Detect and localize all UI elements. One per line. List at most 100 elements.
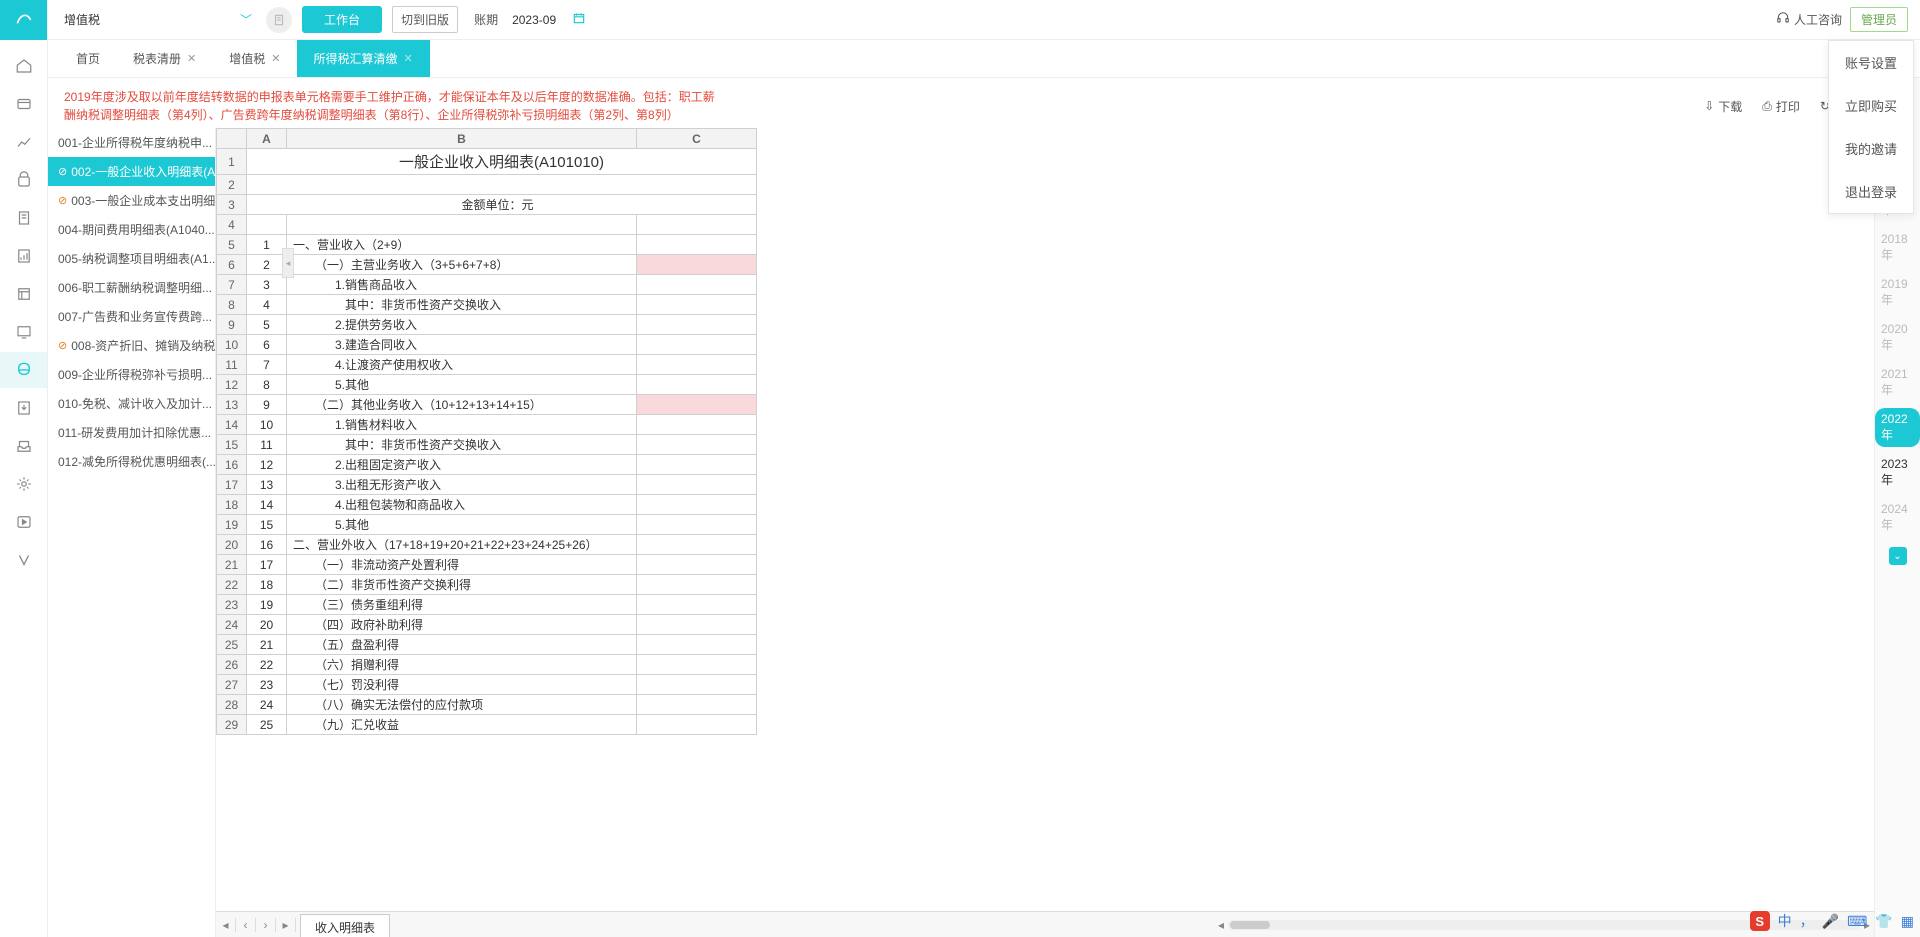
ime-logo-icon[interactable]: S (1750, 911, 1770, 931)
item-cell[interactable]: （一）主营业务收入（3+5+6+7+8） (287, 255, 637, 275)
row-header[interactable]: 14 (217, 415, 247, 435)
col-header-a[interactable]: A (247, 129, 287, 149)
tab-首页[interactable]: 首页 (60, 40, 117, 77)
seq-cell[interactable]: 15 (247, 515, 287, 535)
item-cell[interactable]: （九）汇兑收益 (287, 715, 637, 735)
seq-cell[interactable]: 22 (247, 655, 287, 675)
seq-cell[interactable]: 6 (247, 335, 287, 355)
amount-cell[interactable] (637, 495, 757, 515)
form-list-item[interactable]: 001-企业所得税年度纳税申... (48, 128, 215, 157)
form-list-item[interactable]: 011-研发费用加计扣除优惠... (48, 418, 215, 447)
row-header[interactable]: 7 (217, 275, 247, 295)
seq-cell[interactable]: 17 (247, 555, 287, 575)
consult-link[interactable]: 人工咨询 (1776, 11, 1842, 28)
col-header-b[interactable]: B (287, 129, 637, 149)
amount-cell[interactable] (637, 615, 757, 635)
item-cell[interactable]: （二）非货币性资产交换利得 (287, 575, 637, 595)
row-header[interactable]: 20 (217, 535, 247, 555)
nav-card-icon[interactable] (0, 86, 47, 122)
item-cell[interactable]: 5.其他 (287, 375, 637, 395)
seq-cell[interactable]: 16 (247, 535, 287, 555)
seq-cell[interactable]: 5 (247, 315, 287, 335)
spreadsheet[interactable]: A B C 1 一般企业收入明细表(A101010) 2 (216, 128, 757, 735)
row-header[interactable]: 2 (217, 175, 247, 195)
year-expand-icon[interactable]: ⌄ (1889, 547, 1907, 565)
form-list-item[interactable]: 005-纳税调整项目明细表(A1... (48, 244, 215, 273)
ime-keyboard-icon[interactable]: ⌨ (1847, 913, 1867, 930)
nav-bag-icon[interactable] (0, 162, 47, 198)
row-header[interactable]: 28 (217, 695, 247, 715)
sheet-corner[interactable] (217, 129, 247, 149)
workbench-button[interactable]: 工作台 (302, 6, 382, 33)
row-header[interactable]: 29 (217, 715, 247, 735)
amount-cell[interactable] (637, 675, 757, 695)
row-header[interactable]: 21 (217, 555, 247, 575)
year-tab-2022年[interactable]: 2022年 (1875, 408, 1920, 447)
seq-cell[interactable]: 13 (247, 475, 287, 495)
row-header[interactable]: 16 (217, 455, 247, 475)
seq-cell[interactable]: 9 (247, 395, 287, 415)
tab-税表清册[interactable]: 税表清册✕ (117, 40, 213, 77)
year-tab-2023年[interactable]: 2023年 (1875, 453, 1920, 492)
tab-增值税[interactable]: 增值税✕ (213, 40, 297, 77)
amount-cell[interactable] (637, 335, 757, 355)
sheet-tab[interactable]: 收入明细表 (300, 914, 390, 937)
nav-report-icon[interactable] (0, 238, 47, 274)
admin-button[interactable]: 管理员 (1850, 7, 1908, 32)
seq-cell[interactable]: 11 (247, 435, 287, 455)
form-list-item[interactable]: 006-职工薪酬纳税调整明细... (48, 273, 215, 302)
form-list-item[interactable]: 007-广告费和业务宣传费跨... (48, 302, 215, 331)
nav-inbox-icon[interactable] (0, 428, 47, 464)
seq-cell[interactable]: 4 (247, 295, 287, 315)
download-button[interactable]: ⇩下载 (1704, 98, 1742, 115)
ime-skin-icon[interactable]: 👕 (1875, 913, 1892, 930)
row-header[interactable]: 12 (217, 375, 247, 395)
item-cell[interactable]: 4.让渡资产使用权收入 (287, 355, 637, 375)
form-list-item[interactable]: ⊘008-资产折旧、摊销及纳税... (48, 331, 215, 360)
seq-cell[interactable]: 23 (247, 675, 287, 695)
nav-doc-icon[interactable] (0, 200, 47, 236)
ime-mic-icon[interactable]: 🎤 (1822, 913, 1839, 930)
row-header[interactable]: 13 (217, 395, 247, 415)
item-cell[interactable]: 5.其他 (287, 515, 637, 535)
nav-play-icon[interactable] (0, 504, 47, 540)
form-list-item[interactable]: 009-企业所得税弥补亏损明... (48, 360, 215, 389)
amount-cell[interactable] (637, 415, 757, 435)
item-cell[interactable]: （七）罚没利得 (287, 675, 637, 695)
nav-screen-icon[interactable] (0, 314, 47, 350)
row-header[interactable]: 22 (217, 575, 247, 595)
item-cell[interactable]: 2.出租固定资产收入 (287, 455, 637, 475)
sheet-nav-prev[interactable]: ‹ (236, 918, 256, 932)
company-dropdown[interactable]: 增值税 ﹀ (60, 9, 256, 30)
row-header[interactable]: 26 (217, 655, 247, 675)
form-list-item[interactable]: ⊘003-一般企业成本支出明细... (48, 186, 215, 215)
seq-cell[interactable]: 1 (247, 235, 287, 255)
row-header[interactable]: 4 (217, 215, 247, 235)
item-cell[interactable]: 4.出租包装物和商品收入 (287, 495, 637, 515)
ime-lang-toggle[interactable]: 中 (1778, 911, 1792, 931)
row-header[interactable]: 18 (217, 495, 247, 515)
item-cell[interactable]: （一）非流动资产处置利得 (287, 555, 637, 575)
amount-cell[interactable] (637, 375, 757, 395)
amount-cell[interactable] (637, 715, 757, 735)
amount-cell[interactable] (637, 355, 757, 375)
nav-settings-icon[interactable] (0, 466, 47, 502)
amount-cell[interactable] (637, 555, 757, 575)
amount-cell[interactable] (637, 435, 757, 455)
seq-cell[interactable]: 21 (247, 635, 287, 655)
ime-punct-icon[interactable]: ， (1800, 911, 1814, 931)
user-menu-item[interactable]: 账号设置 (1829, 41, 1913, 84)
item-cell[interactable]: （六）捐赠利得 (287, 655, 637, 675)
user-menu-item[interactable]: 退出登录 (1829, 170, 1913, 213)
amount-cell[interactable] (637, 635, 757, 655)
seq-cell[interactable]: 19 (247, 595, 287, 615)
amount-cell[interactable] (637, 295, 757, 315)
item-cell[interactable]: （八）确实无法偿付的应付款项 (287, 695, 637, 715)
seq-cell[interactable]: 7 (247, 355, 287, 375)
item-cell[interactable]: 2.提供劳务收入 (287, 315, 637, 335)
amount-cell[interactable] (637, 475, 757, 495)
form-list-item[interactable]: ⊘002-一般企业收入明细表(A1... (48, 157, 215, 186)
sheet-nav-first[interactable]: ◂ (216, 918, 236, 932)
amount-cell[interactable] (637, 455, 757, 475)
item-cell[interactable]: 1.销售材料收入 (287, 415, 637, 435)
